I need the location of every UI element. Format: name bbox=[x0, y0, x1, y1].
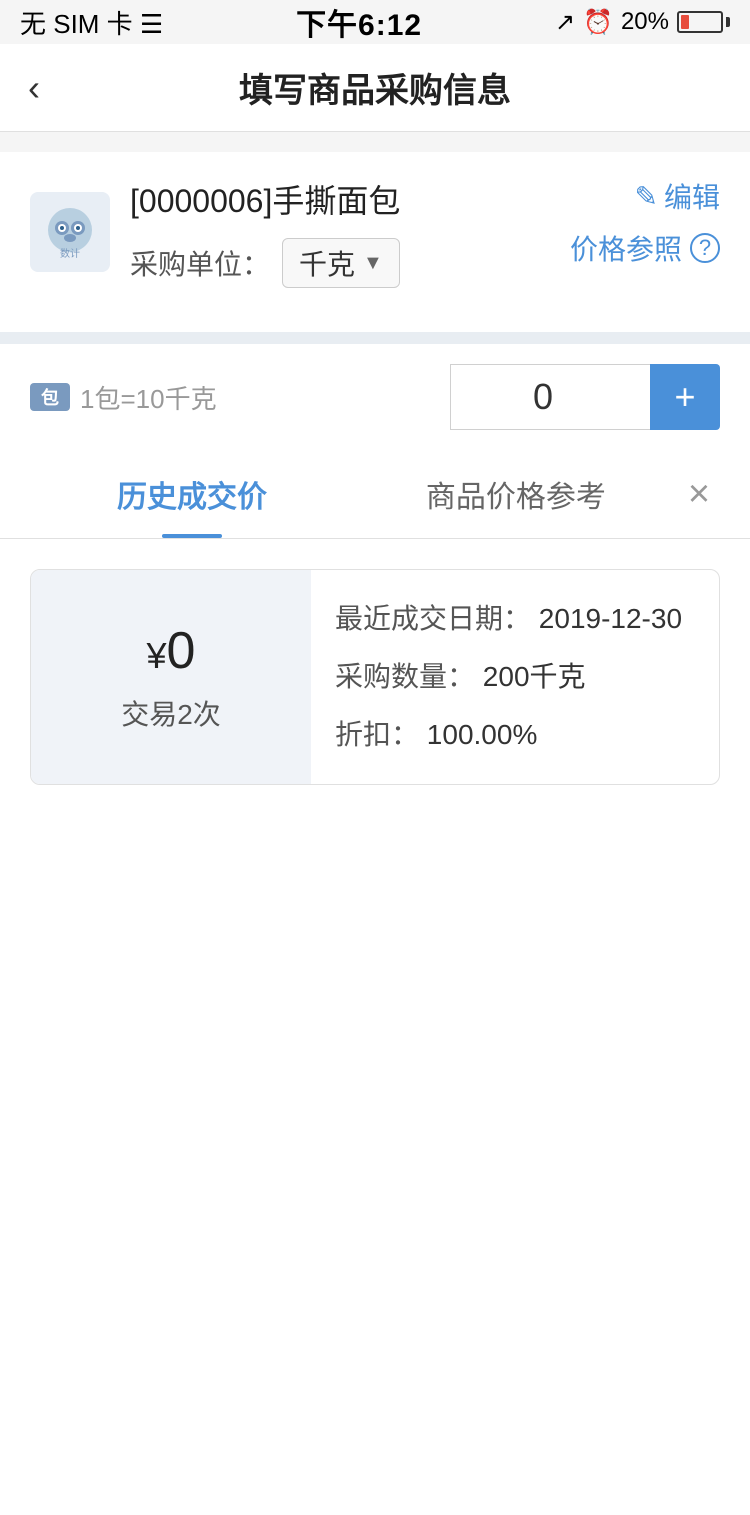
product-thumbnail: 数计 bbox=[30, 192, 110, 272]
quantity-row: 包 1包=10千克 + bbox=[0, 344, 750, 450]
edit-button[interactable]: ✎ 编辑 bbox=[635, 176, 720, 216]
price-card: ¥0 交易2次 最近成交日期： 2019-12-30 采购数量： 200千克 折… bbox=[30, 569, 720, 785]
status-left: 无 SIM 卡 ☰ bbox=[20, 4, 163, 41]
status-bar: 无 SIM 卡 ☰ 下午6:12 ↗ ⏰ 20% bbox=[0, 0, 750, 44]
trade-count: 交易2次 bbox=[121, 693, 221, 733]
unit-selector[interactable]: 千克 ▼ bbox=[282, 238, 400, 288]
status-right: ↗ ⏰ 20% bbox=[555, 8, 730, 37]
pkg-conversion: 1包=10千克 bbox=[80, 379, 217, 416]
discount-row: 折扣： 100.00% bbox=[335, 714, 695, 756]
package-icon: 包 bbox=[30, 383, 70, 411]
price-card-right: 最近成交日期： 2019-12-30 采购数量： 200千克 折扣： 100.0… bbox=[311, 570, 719, 784]
price-amount: ¥0 bbox=[147, 621, 196, 681]
section-divider bbox=[0, 332, 750, 344]
unit-dropdown-icon: ▼ bbox=[363, 252, 383, 275]
product-image: 数计 bbox=[40, 202, 100, 262]
sim-text: 无 SIM 卡 ☰ bbox=[20, 4, 163, 41]
unit-label: 采购单位： bbox=[130, 243, 270, 283]
tab-history-price[interactable]: 历史成交价 bbox=[30, 450, 354, 538]
product-left: 数计 [0000006]手撕面包 采购单位： 千克 ▼ bbox=[30, 176, 400, 288]
battery-percent: 20% bbox=[621, 8, 669, 36]
battery-indicator bbox=[677, 11, 730, 33]
edit-icon: ✎ bbox=[635, 180, 658, 213]
nav-bar: ‹ 填写商品采购信息 bbox=[0, 44, 750, 132]
product-name: [0000006]手撕面包 bbox=[130, 176, 400, 222]
recent-date-row: 最近成交日期： 2019-12-30 bbox=[335, 598, 695, 640]
price-ref-link[interactable]: 价格参照 bbox=[570, 228, 682, 268]
help-icon[interactable]: ? bbox=[690, 233, 720, 263]
page-title: 填写商品采购信息 bbox=[239, 63, 511, 112]
history-price-content: ¥0 交易2次 最近成交日期： 2019-12-30 采购数量： 200千克 折… bbox=[0, 539, 750, 815]
status-time: 下午6:12 bbox=[296, 0, 422, 44]
quantity-input-group: + bbox=[450, 364, 720, 430]
product-info: [0000006]手撕面包 采购单位： 千克 ▼ bbox=[130, 176, 400, 288]
alarm-icon: ⏰ bbox=[583, 8, 613, 37]
tab-active-indicator bbox=[162, 534, 222, 538]
quantity-input[interactable] bbox=[450, 364, 650, 430]
tab-price-reference[interactable]: 商品价格参考 bbox=[354, 450, 678, 538]
price-ref-row: 价格参照 ? bbox=[570, 228, 720, 268]
product-right: ✎ 编辑 价格参照 ? bbox=[570, 176, 720, 256]
product-header: 数计 [0000006]手撕面包 采购单位： 千克 ▼ ✎ 编辑 bbox=[30, 176, 720, 288]
purchase-qty-row: 采购数量： 200千克 bbox=[335, 656, 695, 698]
svg-text:数计: 数计 bbox=[60, 247, 80, 260]
quantity-plus-button[interactable]: + bbox=[650, 364, 720, 430]
price-card-left: ¥0 交易2次 bbox=[31, 570, 311, 784]
location-icon: ↗ bbox=[555, 8, 575, 37]
close-panel-button[interactable]: × bbox=[678, 473, 720, 516]
bottom-panel: 历史成交价 商品价格参考 × ¥0 交易2次 最近成交日期： 2019-12-3… bbox=[0, 450, 750, 815]
product-card: 数计 [0000006]手撕面包 采购单位： 千克 ▼ ✎ 编辑 bbox=[0, 152, 750, 332]
back-button[interactable]: ‹ bbox=[28, 67, 40, 109]
empty-area bbox=[0, 815, 750, 1515]
tab-bar: 历史成交价 商品价格参考 × bbox=[0, 450, 750, 539]
quantity-label: 包 1包=10千克 bbox=[30, 379, 217, 416]
product-unit-row: 采购单位： 千克 ▼ bbox=[130, 238, 400, 288]
